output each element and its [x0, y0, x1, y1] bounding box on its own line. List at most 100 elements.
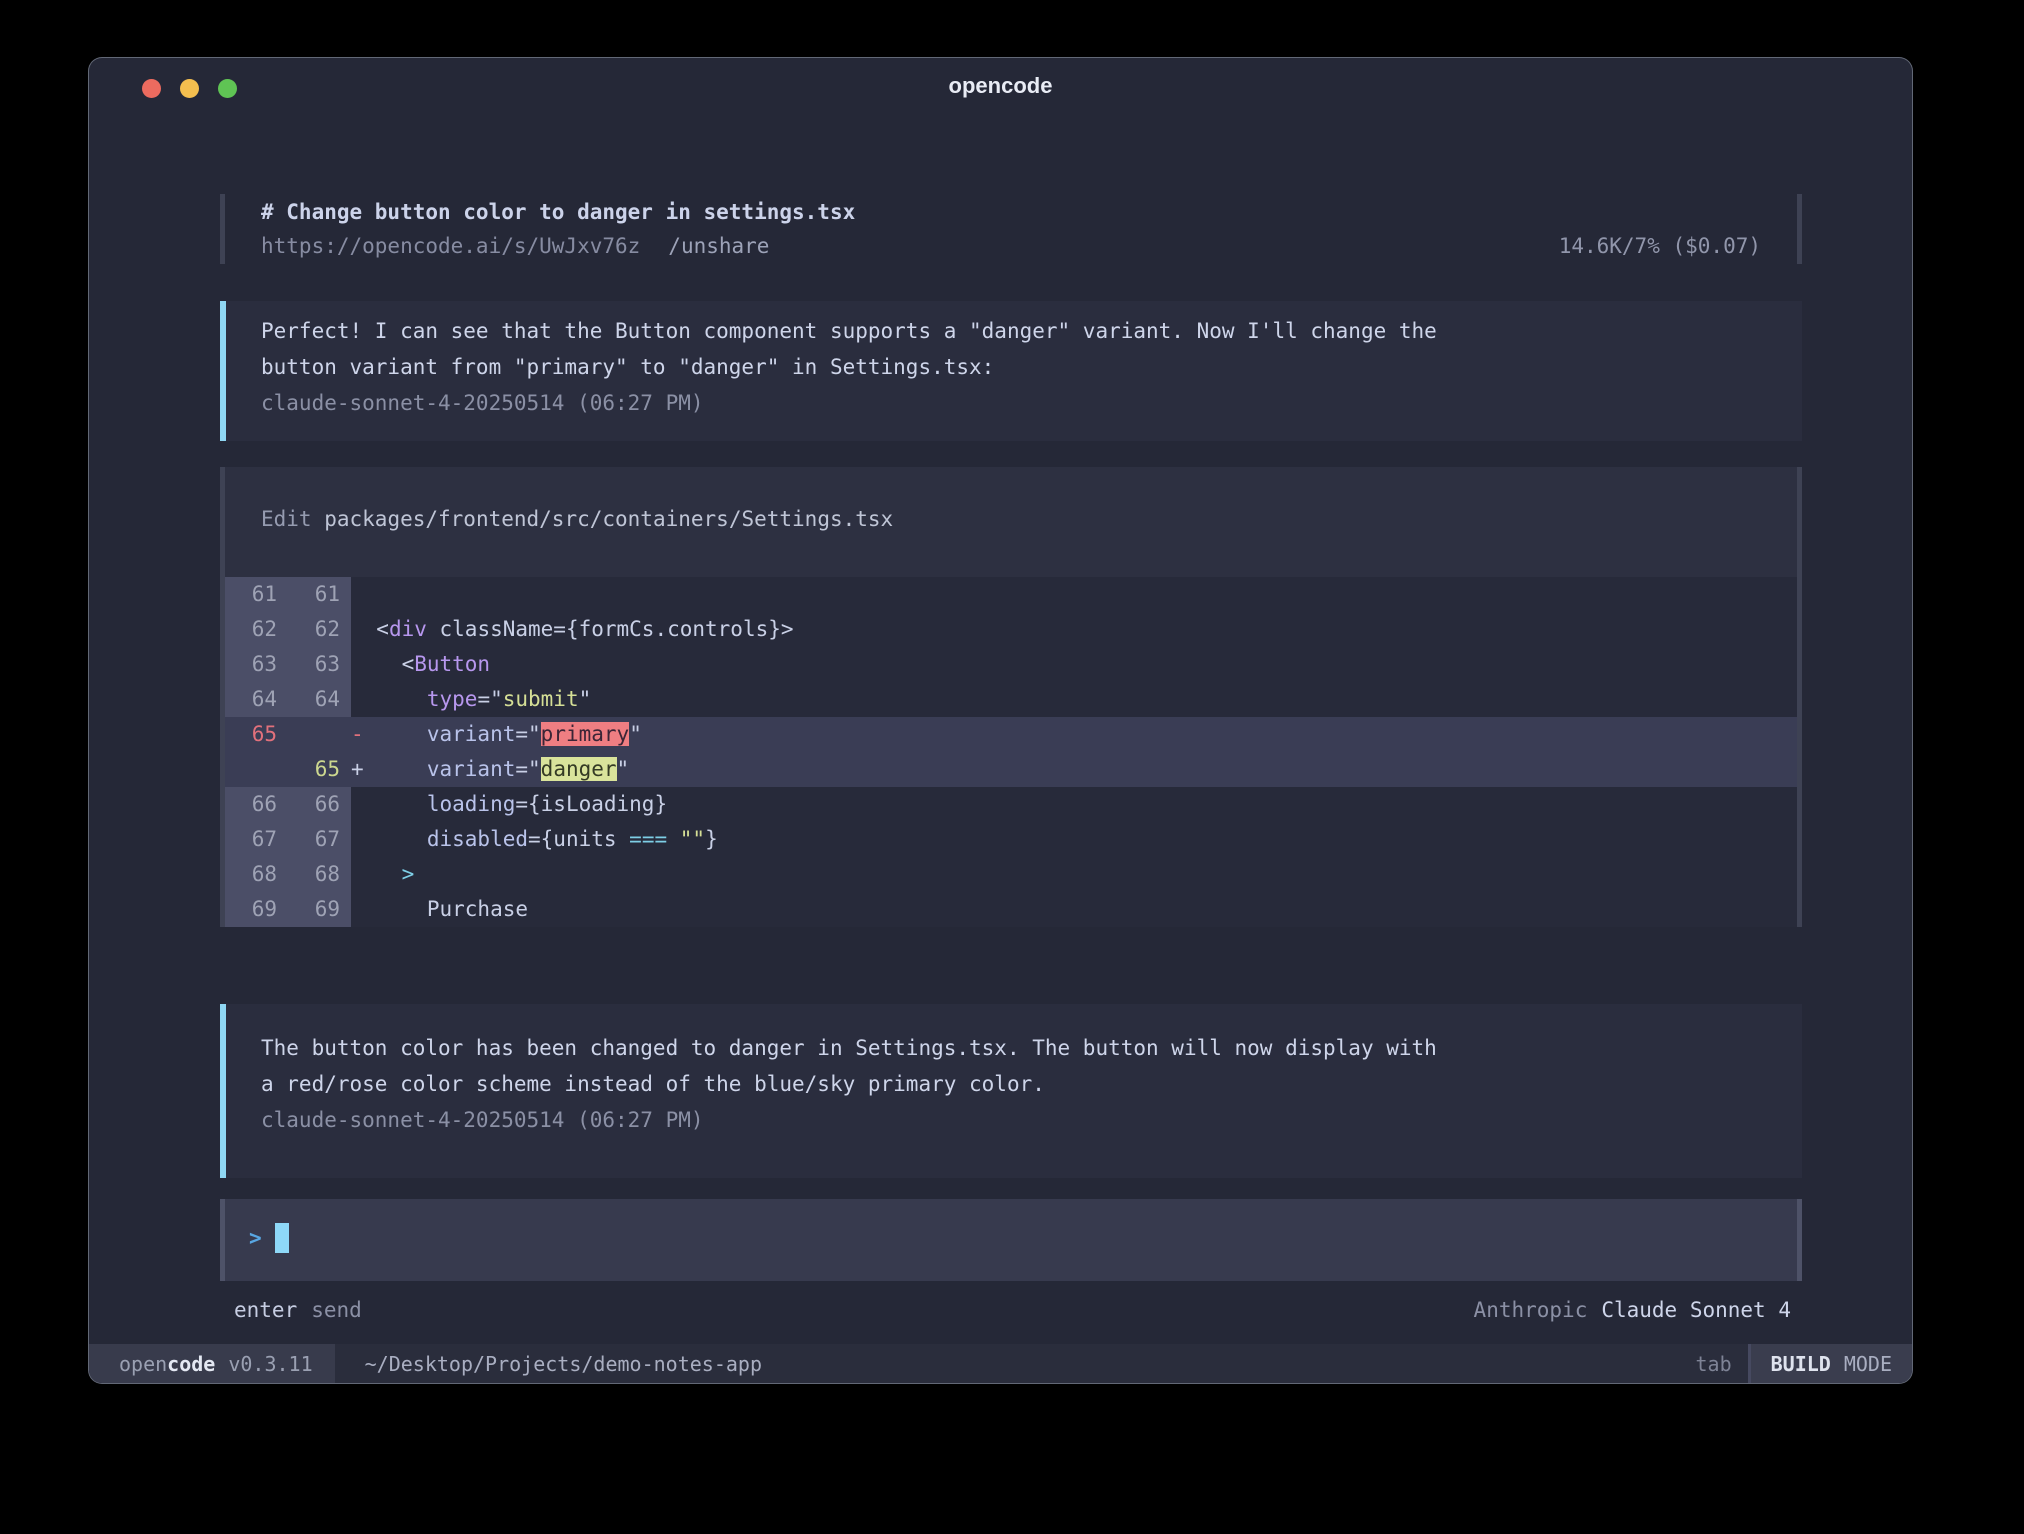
new-line-number: 69 [288, 892, 351, 927]
code-token [351, 792, 427, 816]
session-header: # Change button color to danger in setti… [220, 194, 1802, 264]
model-label: Claude Sonnet 4 [1601, 1295, 1791, 1325]
diff-row: 6767 disabled={units === ""} [225, 822, 1797, 857]
code-token [667, 827, 680, 851]
message-meta: claude-sonnet-4-20250514 (06:27 PM) [261, 385, 1778, 421]
assistant-message: Perfect! I can see that the Button compo… [220, 301, 1802, 441]
share-url-link[interactable]: https://opencode.ai/s/UwJxv76z [261, 229, 640, 263]
code-token: " [579, 687, 592, 711]
edit-action-label: Edit [261, 507, 312, 531]
app-name-code: code [167, 1352, 215, 1376]
assistant-message: The button color has been changed to dan… [220, 1004, 1802, 1178]
old-line-number: 66 [225, 787, 288, 822]
new-line-number: 67 [288, 822, 351, 857]
new-line-number: 63 [288, 647, 351, 682]
code-token: } [705, 827, 718, 851]
old-line-number: 65 [225, 717, 288, 752]
code-line: disabled={units === ""} [351, 822, 718, 857]
new-line-number: 65 [288, 752, 351, 787]
new-line-number: 61 [288, 577, 351, 612]
diff-row: 6161 [225, 577, 1797, 612]
message-line: button variant from "primary" to "danger… [261, 349, 1778, 385]
old-line-number [225, 752, 288, 787]
code-token: type [427, 687, 478, 711]
code-token: className={formCs.controls}> [427, 617, 794, 641]
unshare-command[interactable]: /unshare [668, 229, 769, 263]
tab-key-hint: tab [1695, 1352, 1731, 1376]
mode-badge[interactable]: BUILD MODE [1748, 1344, 1912, 1383]
diff-row: 6262 <div className={formCs.controls}> [225, 612, 1797, 647]
code-token: loading [427, 792, 516, 816]
window-title: opencode [89, 58, 1912, 113]
code-token [351, 827, 427, 851]
diff-marker: + [351, 752, 365, 787]
code-token: =" [515, 757, 540, 781]
code-token: variant [427, 722, 516, 746]
old-line-number: 63 [225, 647, 288, 682]
code-token: =" [515, 722, 540, 746]
new-line-number: 64 [288, 682, 351, 717]
prompt-input[interactable]: > [220, 1199, 1802, 1281]
code-line: loading={isLoading} [351, 787, 667, 822]
new-line-number: 62 [288, 612, 351, 647]
code-token: ={units [528, 827, 629, 851]
diff-view: 61616262 <div className={formCs.controls… [225, 577, 1797, 927]
new-line-number [288, 717, 351, 752]
code-token: Purchase [351, 897, 528, 921]
session-title: # Change button color to danger in setti… [261, 195, 1761, 229]
old-line-number: 64 [225, 682, 288, 717]
code-token: " [617, 757, 630, 781]
prompt-symbol: > [249, 1223, 262, 1253]
diff-row: 65 - variant="primary" [225, 717, 1797, 752]
diff-row: 6363 <Button [225, 647, 1797, 682]
old-line-number: 62 [225, 612, 288, 647]
edit-file-path: packages/frontend/src/containers/Setting… [324, 507, 893, 531]
diff-row: 6868 > [225, 857, 1797, 892]
message-line: a red/rose color scheme instead of the b… [261, 1066, 1778, 1102]
code-token: " [629, 722, 642, 746]
mode-suffix: MODE [1844, 1352, 1892, 1376]
terminal-window: opencode # Change button color to danger… [88, 57, 1913, 1384]
code-token: danger [541, 757, 617, 781]
text-cursor [275, 1223, 289, 1253]
mode-name: BUILD [1771, 1352, 1831, 1376]
code-token: === [629, 827, 667, 851]
code-line: <Button [351, 647, 490, 682]
provider-label: Anthropic [1474, 1295, 1588, 1325]
old-line-number: 61 [225, 577, 288, 612]
diff-row: 65+ variant="danger" [225, 752, 1797, 787]
new-line-number: 66 [288, 787, 351, 822]
code-token: primary [541, 722, 630, 746]
status-bar: opencode v0.3.11 ~/Desktop/Projects/demo… [89, 1344, 1912, 1383]
code-line: <div className={formCs.controls}> [351, 612, 794, 647]
edit-tool-header: Edit packages/frontend/src/containers/Se… [225, 467, 1797, 577]
code-token: Button [414, 652, 490, 676]
code-token [351, 687, 427, 711]
code-token: submit [503, 687, 579, 711]
code-token: ={isLoading} [515, 792, 667, 816]
code-line: type="submit" [351, 682, 591, 717]
code-token: variant [427, 757, 516, 781]
message-line: The button color has been changed to dan… [261, 1030, 1778, 1066]
old-line-number: 67 [225, 822, 288, 857]
old-line-number: 68 [225, 857, 288, 892]
old-line-number: 69 [225, 892, 288, 927]
code-line: variant="danger" [351, 752, 629, 787]
app-name-open: open [119, 1352, 167, 1376]
diff-row: 6666 loading={isLoading} [225, 787, 1797, 822]
code-line: Purchase [351, 892, 528, 927]
code-line: > [351, 857, 414, 892]
code-token: > [402, 862, 415, 886]
diff-row: 6969 Purchase [225, 892, 1797, 927]
app-version-chip: opencode v0.3.11 [89, 1344, 335, 1383]
diff-row: 6464 type="submit" [225, 682, 1797, 717]
app-version: v0.3.11 [228, 1352, 312, 1376]
code-token: < [351, 617, 389, 641]
code-token: div [389, 617, 427, 641]
edit-tool-card: Edit packages/frontend/src/containers/Se… [220, 467, 1802, 927]
diff-marker: - [351, 717, 365, 752]
code-line: variant="primary" [351, 717, 642, 752]
cwd-path: ~/Desktop/Projects/demo-notes-app [365, 1352, 762, 1376]
message-meta: claude-sonnet-4-20250514 (06:27 PM) [261, 1102, 1778, 1138]
footer-hints: enter send Anthropic Claude Sonnet 4 [220, 1295, 1802, 1325]
